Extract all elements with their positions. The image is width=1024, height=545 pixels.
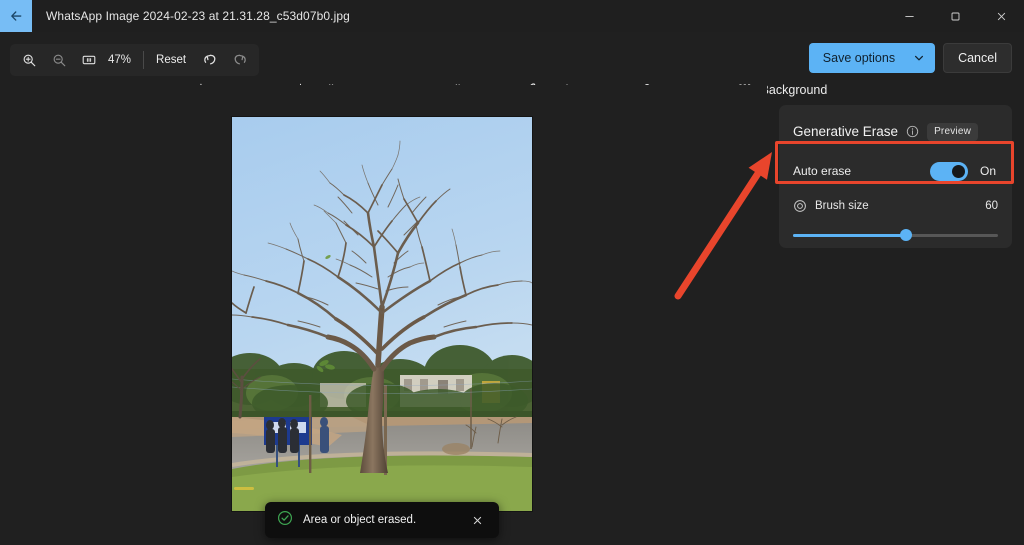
zoom-out-icon	[53, 54, 65, 66]
back-button[interactable]	[0, 0, 32, 32]
image-canvas-area[interactable]: Area or object erased.	[0, 85, 767, 545]
redo-icon	[234, 54, 246, 65]
save-options-label: Save options	[822, 51, 896, 65]
maximize-icon	[951, 12, 959, 20]
panel-header: Generative Erase Preview	[779, 105, 1012, 143]
fit-to-window-button[interactable]	[74, 46, 104, 74]
slider-fill	[793, 234, 906, 237]
minimize-button[interactable]	[886, 0, 932, 32]
brush-size-slider[interactable]	[793, 229, 998, 241]
brush-size-label: Brush size	[815, 200, 869, 212]
image-editor-window: WhatsApp Image 2024-02-23 at 21.31.28_c5…	[0, 0, 1024, 545]
auto-erase-state: On	[980, 164, 997, 178]
undo-icon	[204, 54, 216, 65]
info-circle-icon[interactable]	[906, 125, 919, 138]
undo-button[interactable]	[195, 46, 225, 74]
brush-size-row: Brush size 60	[779, 195, 1012, 217]
arrow-left-icon	[10, 10, 21, 21]
check-circle-icon	[277, 510, 293, 531]
generative-erase-panel: Generative Erase Preview Auto erase On B…	[779, 105, 1012, 248]
toolbar-actions: Save options Cancel	[808, 43, 1012, 73]
close-button[interactable]	[978, 0, 1024, 32]
zoom-level-value[interactable]: 47%	[104, 54, 140, 66]
editor-toolbar: 47% Reset Background Save options Cancel	[0, 32, 1024, 97]
chevron-down-icon[interactable]	[907, 44, 931, 72]
brush-size-icon	[793, 199, 807, 213]
toast-notification: Area or object erased.	[265, 502, 499, 538]
close-icon	[997, 12, 1005, 20]
slider-thumb[interactable]	[899, 229, 912, 241]
toast-close-button[interactable]	[467, 510, 487, 530]
auto-erase-label: Auto erase	[793, 164, 852, 178]
zoom-in-button[interactable]	[14, 46, 44, 74]
save-options-button[interactable]: Save options	[808, 43, 936, 73]
toast-message: Area or object erased.	[303, 514, 417, 526]
cancel-button[interactable]: Cancel	[943, 43, 1012, 73]
auto-erase-row[interactable]: Auto erase On	[779, 151, 1012, 191]
window-title: WhatsApp Image 2024-02-23 at 21.31.28_c5…	[46, 9, 350, 23]
brush-size-value: 60	[985, 200, 998, 212]
zoom-controls-group: 47% Reset	[10, 44, 260, 76]
minimize-icon	[904, 15, 914, 17]
photo-content	[232, 117, 532, 511]
toolbar-divider	[143, 51, 145, 69]
auto-erase-toggle[interactable]	[930, 161, 968, 181]
zoom-in-icon	[23, 54, 35, 66]
title-bar: WhatsApp Image 2024-02-23 at 21.31.28_c5…	[0, 0, 1024, 32]
redo-button[interactable]	[225, 46, 255, 74]
preview-badge: Preview	[927, 122, 979, 141]
toggle-knob	[952, 164, 965, 178]
tab-background-label: Background	[760, 83, 828, 97]
panel-title: Generative Erase	[793, 124, 899, 139]
window-controls	[886, 0, 1024, 32]
fit-to-window-icon	[82, 55, 96, 65]
zoom-out-button[interactable]	[44, 46, 74, 74]
maximize-button[interactable]	[932, 0, 978, 32]
edited-image[interactable]	[232, 117, 532, 511]
reset-button[interactable]: Reset	[147, 49, 195, 71]
